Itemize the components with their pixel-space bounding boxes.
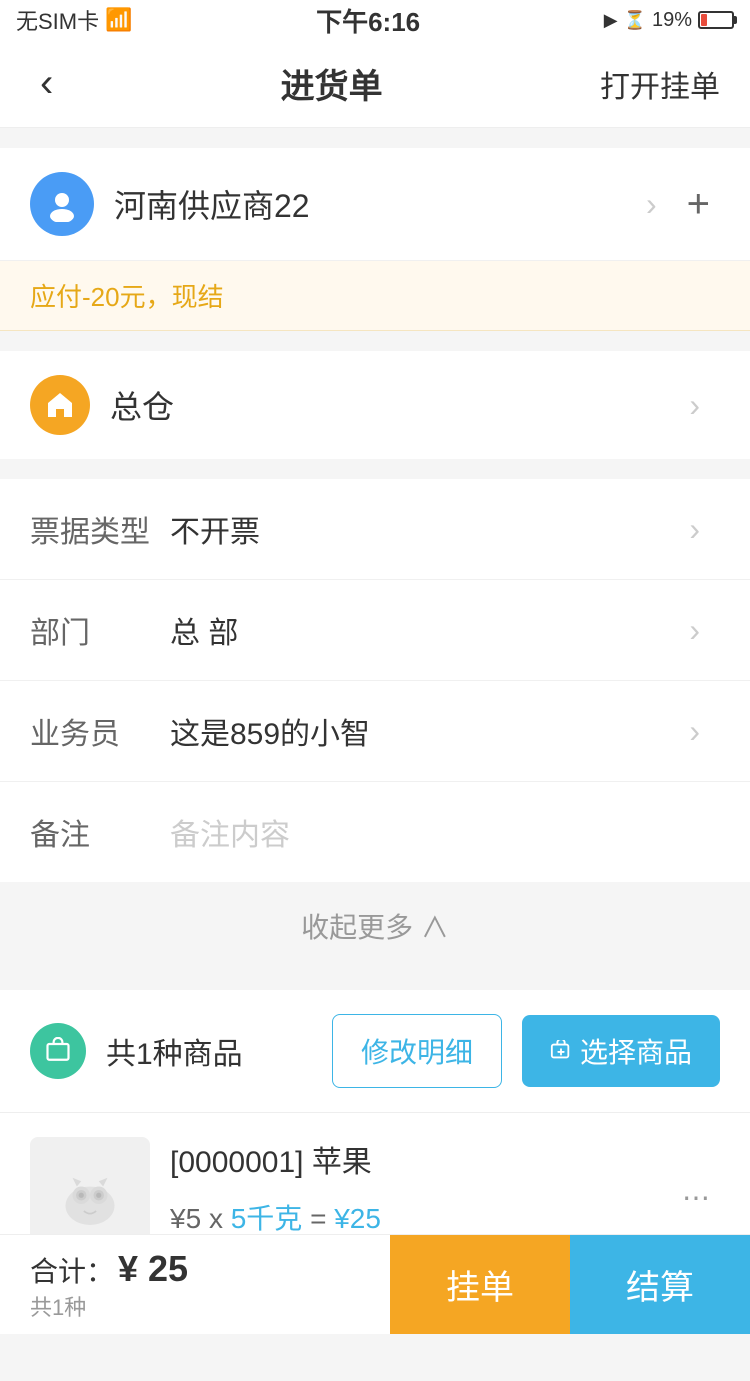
checkout-button[interactable]: 结算 [570,1235,750,1334]
quantity-value: 5千克 [231,1203,303,1234]
cart-icon [44,1037,72,1065]
dept-chevron-icon: › [689,612,700,649]
supplier-alert: 应付-20元，现结 [0,261,750,331]
warehouse-icon [30,375,90,435]
warehouse-name: 总仓 [110,382,689,428]
supplier-row[interactable]: 河南供应商22 › + [0,148,750,261]
wifi-icon: 📶 [105,7,132,33]
product-count-text: 共1种商品 [106,1029,312,1073]
product-price: ¥5 x 5千克 = ¥25 [170,1197,652,1237]
location-icon: ▶ [604,10,618,31]
price-separator: x [209,1203,231,1234]
salesman-label: 业务员 [30,709,170,753]
product-count-icon [30,1023,86,1079]
product-header: 共1种商品 修改明细 选择商品 [0,990,750,1113]
supplier-chevron-icon: › [646,186,657,223]
invoice-chevron-icon: › [689,511,700,548]
salesman-chevron-icon: › [689,713,700,750]
add-supplier-button[interactable]: + [677,182,720,227]
product-more-button[interactable]: ⋯ [672,1181,720,1214]
product-details: [0000001] 苹果 ¥5 x 5千克 = ¥25 [170,1137,652,1237]
price-value: ¥5 [170,1203,201,1234]
cart-add-icon [550,1040,572,1062]
supplier-avatar [30,172,94,236]
salesman-value: 这是859的小智 [170,709,689,753]
status-left: 无SIM卡 📶 [16,4,133,36]
main-content: 河南供应商22 › + 应付-20元，现结 总仓 › 票据类型 不开票 › 部门… [0,128,750,1381]
dept-value: 总 部 [170,608,689,652]
gap-1 [0,128,750,148]
collapse-bar[interactable]: 收起更多 ∧ [0,882,750,970]
invoice-row[interactable]: 票据类型 不开票 › [0,479,750,580]
warehouse-chevron-icon: › [689,387,700,424]
battery-icon [698,11,734,29]
remark-label: 备注 [30,810,170,854]
page-title: 进货单 [281,59,383,108]
supplier-name: 河南供应商22 [114,181,646,227]
product-title: 苹果 [312,1146,372,1179]
total-label: 合计： [30,1250,114,1290]
total-section: 合计： ¥ 25 共1种 [0,1235,390,1334]
time-display: 下午6:16 [316,2,420,39]
select-product-button[interactable]: 选择商品 [522,1015,720,1087]
alarm-icon: ⏳ [624,10,646,31]
bottom-bar: 合计： ¥ 25 共1种 挂单 结算 [0,1234,750,1334]
user-icon [44,186,80,222]
equals-sign: = [310,1203,334,1234]
total-value: ¥25 [334,1203,381,1234]
select-product-label: 选择商品 [580,1031,692,1071]
nav-bar: ‹ 进货单 打开挂单 [0,40,750,128]
open-pending-button[interactable]: 打开挂单 [600,62,720,106]
edit-detail-button[interactable]: 修改明细 [332,1014,502,1088]
remark-row[interactable]: 备注 备注内容 [0,782,750,882]
battery-pct: 19% [652,9,692,32]
supplier-section: 河南供应商22 › + 应付-20元，现结 [0,148,750,331]
product-name: [0000001] 苹果 [170,1137,652,1181]
form-section: 票据类型 不开票 › 部门 总 部 › 业务员 这是859的小智 › 备注 备注… [0,479,750,882]
warehouse-row[interactable]: 总仓 › [0,351,750,459]
warehouse-section: 总仓 › [0,351,750,459]
product-id: [0000001] [170,1146,303,1179]
status-right: ▶ ⏳ 19% [604,9,734,32]
product-thumb-icon [55,1162,125,1232]
total-count: 共1种 [30,1290,360,1322]
status-bar: 无SIM卡 📶 下午6:16 ▶ ⏳ 19% [0,0,750,40]
signal-text: 无SIM卡 [16,4,99,36]
pending-button[interactable]: 挂单 [390,1235,570,1334]
home-icon [44,389,76,421]
back-button[interactable]: ‹ [30,51,63,116]
salesman-row[interactable]: 业务员 这是859的小智 › [0,681,750,782]
dept-row[interactable]: 部门 总 部 › [0,580,750,681]
total-amount: ¥ 25 [118,1248,188,1290]
invoice-label: 票据类型 [30,507,170,551]
dept-label: 部门 [30,608,170,652]
invoice-value: 不开票 [170,507,689,551]
remark-input[interactable]: 备注内容 [170,810,720,854]
